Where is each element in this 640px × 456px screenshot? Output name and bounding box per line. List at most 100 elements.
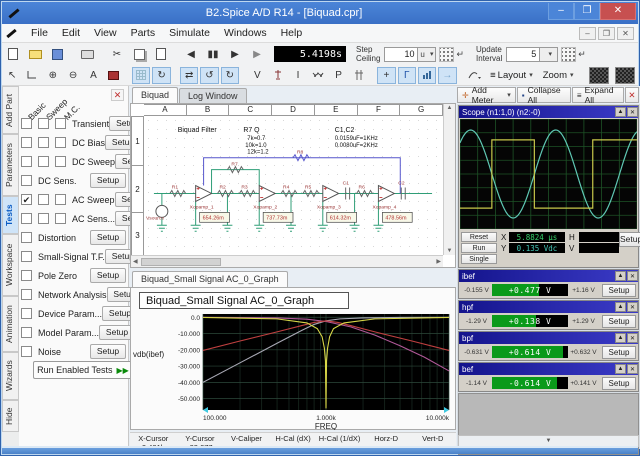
checkbox-checked[interactable]: ✔ [21, 194, 32, 205]
meter-title-bar[interactable]: ibef ▲ ✕ [459, 270, 638, 282]
current-probe-button[interactable] [309, 67, 327, 84]
voltage-probe-button[interactable] [269, 67, 287, 84]
checkbox[interactable] [38, 213, 49, 224]
menu-help[interactable]: Help [274, 25, 310, 41]
panel-close-button[interactable]: ✕ [111, 89, 124, 101]
update-interval-options-button[interactable] [561, 46, 577, 62]
sidebar-tab-add-part[interactable]: Add Part [2, 86, 19, 134]
menu-edit[interactable]: Edit [55, 25, 87, 41]
checkbox[interactable] [55, 194, 66, 205]
meter-title-bar[interactable]: bef ▲ ✕ [459, 363, 638, 375]
arrow-tool-button[interactable]: → [438, 66, 457, 84]
scroll-left-icon[interactable]: ◀ [133, 258, 138, 265]
mdi-restore-button[interactable]: ❐ [598, 26, 615, 40]
crosshair-tool-button[interactable]: + [377, 66, 396, 84]
zoom-out-button[interactable]: ⊖ [64, 67, 82, 84]
scope-single-button[interactable]: Single [461, 254, 497, 264]
meter-setup-button[interactable]: Setup [602, 283, 636, 297]
checkbox[interactable] [38, 156, 49, 167]
checkbox[interactable] [55, 213, 66, 224]
sidebar-tab-tests[interactable]: Tests [2, 196, 19, 234]
sidebar-tab-hide[interactable]: Hide [2, 400, 19, 432]
bode-plot[interactable]: 0.0 -10.000 -20.000 -30.000 -40.000 -50.000 10… [167, 312, 453, 431]
close-window-icon[interactable]: ✕ [627, 364, 638, 374]
copy-button[interactable] [129, 46, 149, 63]
meter-setup-button[interactable]: Setup [602, 345, 636, 359]
curve-tool-button[interactable] [466, 67, 484, 84]
menu-file[interactable]: File [24, 25, 55, 41]
run-enabled-tests-button[interactable]: Run Enabled Tests ▶▶ [33, 361, 133, 379]
maximize-button[interactable]: ❐ [574, 2, 600, 20]
checkbox[interactable] [21, 232, 32, 243]
step-ceiling-input[interactable]: 10 [384, 46, 419, 62]
scope-display[interactable] [460, 119, 637, 229]
checkbox[interactable] [21, 213, 32, 224]
text-tool-button[interactable]: A [84, 67, 102, 84]
update-interval-dropdown[interactable]: ▾ [540, 46, 559, 62]
checkbox[interactable] [21, 156, 32, 167]
checkbox[interactable] [38, 137, 49, 148]
meter-title-bar[interactable]: hpf ▲ ✕ [459, 301, 638, 313]
sidebar-tab-wizards[interactable]: Wizards [2, 352, 19, 400]
open-file-button[interactable] [25, 46, 45, 63]
checkbox[interactable] [21, 175, 32, 186]
checkbox[interactable] [38, 118, 49, 129]
paste-button[interactable] [151, 46, 171, 63]
scope-run-button[interactable]: Run [461, 243, 497, 253]
mdi-close-button[interactable]: ✕ [617, 26, 634, 40]
scope-reset-button[interactable]: Reset [461, 232, 497, 242]
select-cursor-button[interactable]: ↖ [3, 67, 21, 84]
scope-setup-button[interactable]: Setup [619, 232, 640, 247]
checkbox[interactable] [21, 251, 32, 262]
step-ceiling-unit-dropdown[interactable]: u ▾ [418, 46, 437, 62]
checkbox[interactable] [21, 327, 32, 338]
sim-back-button[interactable]: ◀ [181, 46, 201, 63]
tab-log-window[interactable]: Log Window [179, 88, 247, 103]
voltmeter-button[interactable]: V [248, 67, 266, 84]
scroll-up-icon[interactable]: ▲ [447, 105, 453, 111]
scrollbar-thumb[interactable] [140, 257, 221, 266]
bitmap-view-button-1[interactable] [588, 66, 609, 84]
meters-close-button[interactable]: ✕ [624, 87, 639, 103]
part-browser-button[interactable] [105, 67, 123, 84]
checkbox[interactable] [55, 137, 66, 148]
menu-view[interactable]: View [87, 25, 124, 41]
checkbox[interactable] [55, 118, 66, 129]
scroll-down-icon[interactable]: ▼ [447, 248, 453, 254]
sidebar-tab-animation[interactable]: Animation [2, 296, 19, 352]
flip-horizontal-button[interactable]: ⇄ [180, 66, 199, 84]
wire-tool-button[interactable] [23, 67, 41, 84]
chart-tool-button[interactable] [417, 66, 437, 84]
checkbox[interactable] [21, 137, 32, 148]
expand-all-button[interactable]: ≡ Expand All [571, 85, 624, 105]
checkbox[interactable] [21, 308, 32, 319]
checkbox[interactable] [21, 346, 32, 357]
cut-button[interactable]: ✂ [107, 46, 127, 63]
mdi-minimize-button[interactable]: – [579, 26, 596, 40]
setup-button[interactable]: Setup [90, 344, 126, 359]
menu-windows[interactable]: Windows [217, 25, 274, 41]
bitmap-view-button-2[interactable] [614, 66, 636, 84]
meter-title-bar[interactable]: bpf ▲ ✕ [459, 332, 638, 344]
close-window-icon[interactable]: ✕ [627, 333, 638, 343]
collapse-all-button[interactable]: ▪ Collapse All [516, 85, 571, 105]
zoom-dropdown[interactable]: Zoom ▾ [538, 68, 579, 83]
corner-wire-button[interactable]: Γ [397, 66, 416, 84]
sidebar-tab-parameters[interactable]: Parameters [2, 134, 19, 196]
close-window-icon[interactable]: ✕ [627, 271, 638, 281]
schematic-vertical-scrollbar[interactable]: ▲ ▼ [443, 104, 455, 255]
scope-title-bar[interactable]: Scope (n1:1,0) (n2:-0) ▲ ✕ [459, 106, 638, 118]
schematic-horizontal-scrollbar[interactable]: ◀ ▶ [131, 255, 443, 267]
menu-simulate[interactable]: Simulate [162, 25, 217, 41]
mirror-right-button[interactable]: ↻ [220, 66, 239, 84]
scroll-right-icon[interactable]: ▶ [436, 258, 441, 265]
meter-setup-button[interactable]: Setup [602, 314, 636, 328]
grid-toggle-button[interactable] [132, 66, 151, 84]
collapse-window-icon[interactable]: ▲ [615, 271, 626, 281]
mirror-left-button[interactable]: ↺ [200, 66, 219, 84]
setup-button[interactable]: Setup [90, 268, 126, 283]
tab-ac-graph[interactable]: Biquad_Small Signal AC_0_Graph [132, 271, 288, 287]
checkbox[interactable] [21, 118, 32, 129]
checkbox[interactable] [21, 270, 32, 281]
zoom-in-button[interactable]: ⊕ [44, 67, 62, 84]
